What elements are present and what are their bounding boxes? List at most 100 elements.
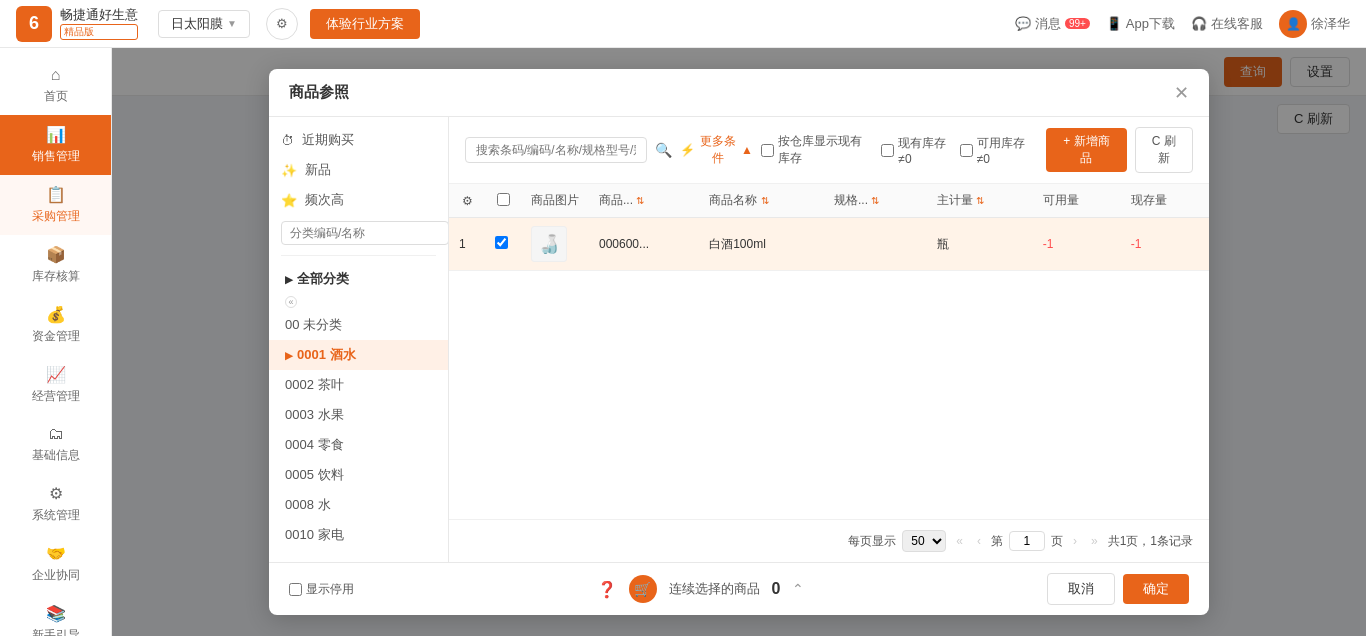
cart-icon[interactable]: 🛒: [629, 575, 657, 603]
next-page-button[interactable]: ›: [1069, 532, 1081, 550]
category-item-0002[interactable]: 0002 茶叶: [269, 370, 448, 400]
enterprise-icon: 🤝: [46, 544, 66, 563]
sidebar-label-basic-info: 基础信息: [32, 447, 80, 464]
category-item-0001[interactable]: ▶ 0001 酒水: [269, 340, 448, 370]
warehouse-display-checkbox[interactable]: 按仓库显示现有库存: [761, 133, 873, 167]
user-item[interactable]: 👤 徐泽华: [1279, 10, 1350, 38]
th-code-label: 商品...: [599, 193, 633, 207]
trial-button[interactable]: 体验行业方案: [310, 9, 420, 39]
product-search-button[interactable]: 🔍: [655, 142, 672, 158]
sidebar-item-sales[interactable]: 📊 销售管理: [0, 115, 111, 175]
toolbar: 🔍 ⚡ 更多条件 ▲ 按仓库显示现有库存: [449, 117, 1209, 184]
category-code-0002: 0002 茶叶: [285, 376, 344, 394]
category-item-0004[interactable]: 0004 零食: [269, 430, 448, 460]
warehouse-checkbox-input[interactable]: [761, 144, 774, 157]
sidebar-item-guide[interactable]: 📚 新手引导: [0, 594, 111, 636]
message-icon: 💬: [1015, 16, 1031, 31]
category-item-00[interactable]: 00 未分类: [269, 310, 448, 340]
sidebar-item-inventory[interactable]: 📦 库存核算: [0, 235, 111, 295]
category-code-00: 00 未分类: [285, 316, 342, 334]
online-service-label: 在线客服: [1211, 15, 1263, 33]
row-checkbox[interactable]: [495, 236, 508, 249]
quick-btn-new[interactable]: ✨ 新品: [269, 155, 448, 185]
recent-icon: ⏱: [281, 133, 294, 148]
th-checkbox[interactable]: [485, 184, 521, 218]
collapse-btn[interactable]: «: [285, 296, 297, 308]
nav-selector[interactable]: 日太阳膜 ▼: [158, 10, 250, 38]
nav-right: 💬 消息 99+ 📱 App下载 🎧 在线客服 👤 徐泽华: [1015, 10, 1350, 38]
content-area: 查询 设置 C 刷新 商品参照 ✕: [112, 48, 1366, 636]
message-item[interactable]: 💬 消息 99+: [1015, 15, 1090, 33]
recent-label: 近期购买: [302, 131, 354, 149]
select-all-checkbox[interactable]: [497, 193, 510, 206]
page-size-select[interactable]: 50: [902, 530, 946, 552]
category-item-0003[interactable]: 0003 水果: [269, 400, 448, 430]
cancel-button[interactable]: 取消: [1047, 573, 1115, 605]
usable-checkbox[interactable]: 可用库存≠0: [960, 135, 1030, 166]
confirm-button[interactable]: 确定: [1123, 574, 1189, 604]
help-icon[interactable]: ❓: [597, 580, 617, 599]
sort-icon-spec: ⇅: [871, 195, 879, 206]
quick-btn-frequent[interactable]: ⭐ 频次高: [269, 185, 448, 215]
top-nav: 6 畅捷通好生意 精品版 日太阳膜 ▼ ⚙ 体验行业方案 💬 消息 99+ 📱 …: [0, 0, 1366, 48]
show-disabled-input[interactable]: [289, 583, 302, 596]
sidebar-item-system[interactable]: ⚙ 系统管理: [0, 474, 111, 534]
sidebar-item-home[interactable]: ⌂ 首页: [0, 56, 111, 115]
th-name[interactable]: 商品名称 ⇅: [699, 184, 824, 218]
prev-page-button[interactable]: ‹: [973, 532, 985, 550]
sort-icon-code: ⇅: [636, 195, 644, 206]
pagination: 每页显示 50 « ‹ 第 页 › » 共1页，1条记录: [449, 519, 1209, 562]
th-image: 商品图片: [521, 184, 589, 218]
category-all[interactable]: ▶ 全部分类: [269, 264, 448, 294]
available-checkbox-input[interactable]: [881, 144, 894, 157]
sidebar-item-operations[interactable]: 📈 经营管理: [0, 355, 111, 415]
td-code: 000600...: [589, 218, 699, 271]
td-checkbox[interactable]: [485, 218, 521, 271]
sidebar-item-enterprise[interactable]: 🤝 企业协同: [0, 534, 111, 594]
category-search-row: 🔍: [269, 215, 448, 251]
product-search-input[interactable]: [465, 137, 647, 163]
sort-icon-name: ⇅: [761, 195, 769, 206]
chevron-down-icon: ▼: [227, 18, 237, 29]
th-code[interactable]: 商品... ⇅: [589, 184, 699, 218]
quick-btn-recent[interactable]: ⏱ 近期购买: [269, 125, 448, 155]
app-download-label: App下载: [1126, 15, 1175, 33]
category-search-input[interactable]: [281, 221, 449, 245]
last-page-button[interactable]: »: [1087, 532, 1102, 550]
sidebar-item-finance[interactable]: 💰 资金管理: [0, 295, 111, 355]
th-settings[interactable]: ⚙: [449, 184, 485, 218]
modal-footer: 显示停用 ❓ 🛒 连续选择的商品 0 ⌃ 取消 确定: [269, 562, 1209, 615]
refresh-button[interactable]: C 刷新: [1135, 127, 1193, 173]
new-icon: ✨: [281, 163, 297, 178]
close-icon[interactable]: ✕: [1174, 82, 1189, 104]
sidebar-item-purchase[interactable]: 📋 采购管理: [0, 175, 111, 235]
th-stock: 现存量: [1121, 184, 1209, 218]
modal-title: 商品参照: [289, 83, 349, 102]
logo-area: 6 畅捷通好生意 精品版: [16, 6, 138, 42]
available-checkbox[interactable]: 现有库存≠0: [881, 135, 951, 166]
app-download-item[interactable]: 📱 App下载: [1106, 15, 1175, 33]
footer-left: 显示停用: [289, 581, 354, 598]
sidebar-label-enterprise: 企业协同: [32, 567, 80, 584]
category-item-0005[interactable]: 0005 饮料: [269, 460, 448, 490]
settings-button[interactable]: ⚙: [266, 8, 298, 40]
table-row[interactable]: 1 🍶 000600... 白酒100ml 瓶: [449, 218, 1209, 271]
first-page-button[interactable]: «: [952, 532, 967, 550]
filter-button[interactable]: ⚡ 更多条件 ▲: [680, 133, 753, 167]
online-service-item[interactable]: 🎧 在线客服: [1191, 15, 1263, 33]
filter-icon: ⚡: [680, 143, 695, 157]
category-item-0008[interactable]: 0008 水: [269, 490, 448, 520]
add-product-button[interactable]: + 新增商品: [1046, 128, 1126, 172]
modal-header: 商品参照 ✕: [269, 69, 1209, 117]
category-item-0010[interactable]: 0010 家电: [269, 520, 448, 550]
sidebar-label-finance: 资金管理: [32, 328, 80, 345]
th-name-label: 商品名称: [709, 193, 757, 207]
page-input[interactable]: [1009, 531, 1045, 551]
chevron-up-icon[interactable]: ⌃: [792, 581, 804, 597]
th-unit[interactable]: 主计量 ⇅: [927, 184, 1033, 218]
th-spec[interactable]: 规格... ⇅: [824, 184, 927, 218]
show-disabled-checkbox[interactable]: 显示停用: [289, 581, 354, 598]
modal-body: ⏱ 近期购买 ✨ 新品 ⭐ 频次高: [269, 117, 1209, 562]
sidebar-item-basic-info[interactable]: 🗂 基础信息: [0, 415, 111, 474]
usable-checkbox-input[interactable]: [960, 144, 973, 157]
